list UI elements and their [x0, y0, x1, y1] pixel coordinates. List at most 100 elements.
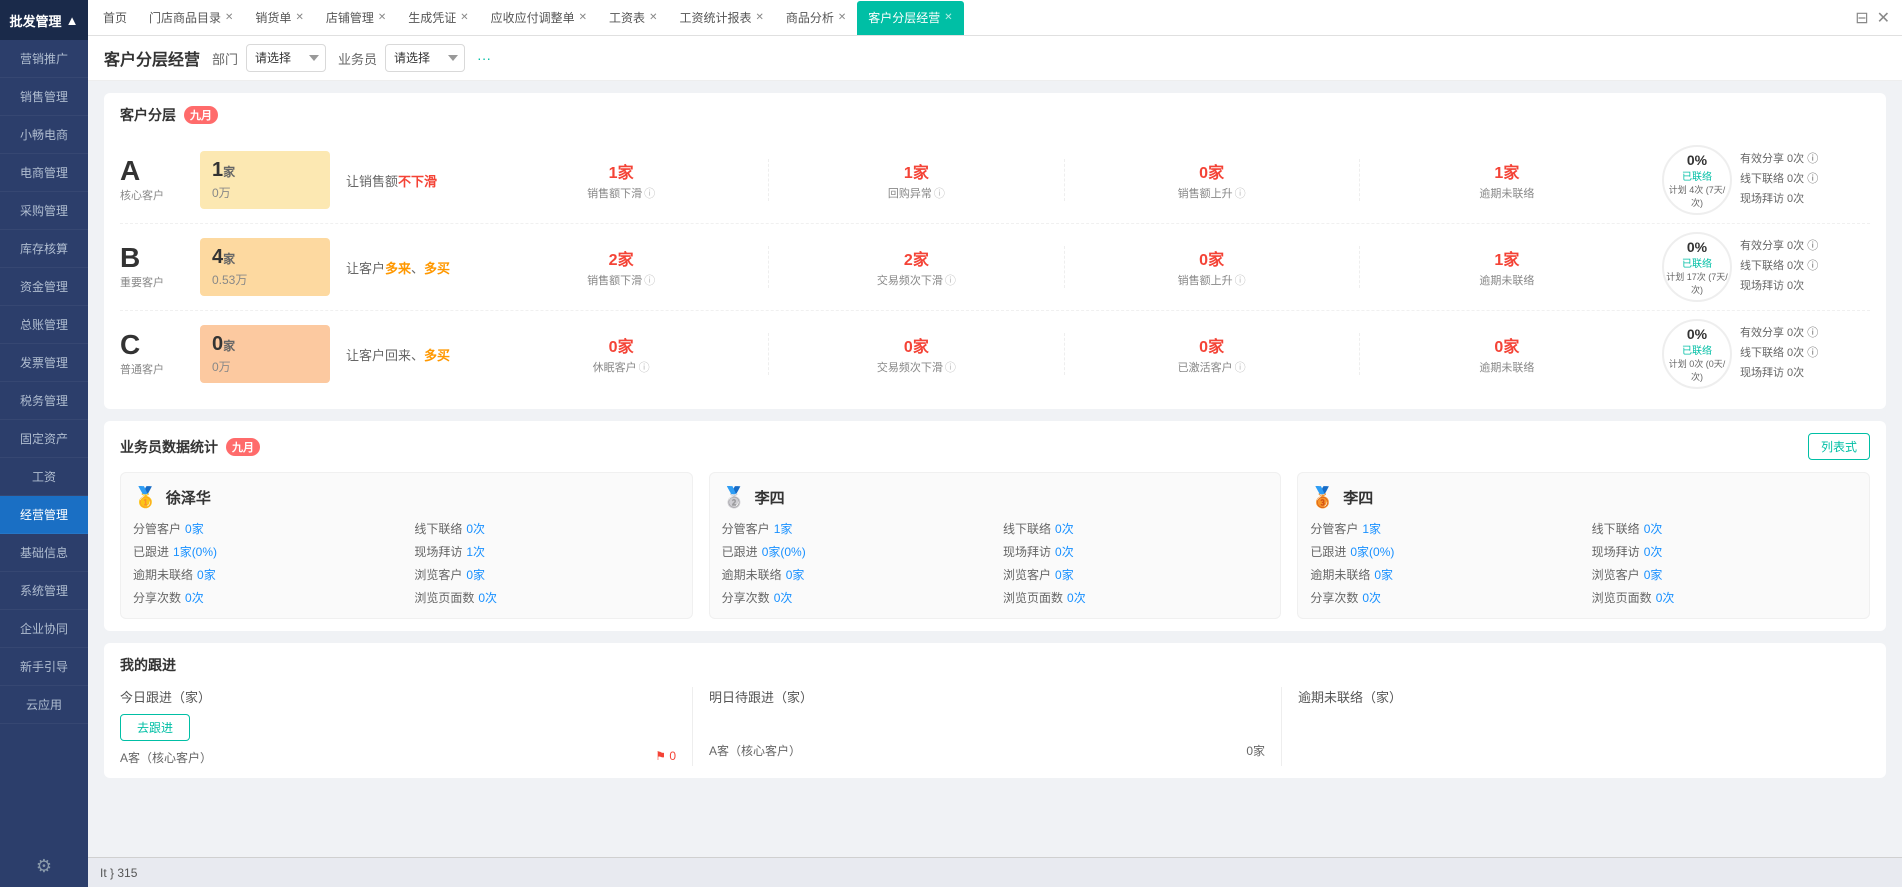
- staff-select[interactable]: 请选择: [385, 44, 465, 72]
- tier-letter: C: [120, 331, 200, 359]
- tab-客户分层经营[interactable]: 客户分层经营✕: [857, 1, 963, 35]
- sidebar-item-发票管理[interactable]: 发票管理: [0, 344, 88, 382]
- sidebar-item-经营管理[interactable]: 经营管理: [0, 496, 88, 534]
- tier-stat: 0家休眠客户 ⓘ: [474, 333, 769, 375]
- tier-stat-num: 0家: [1073, 159, 1351, 183]
- tab-close-icon[interactable]: ✕: [944, 12, 952, 23]
- sidebar-item-云应用[interactable]: 云应用: [0, 686, 88, 724]
- tier-stat: 0家销售额上升 ⓘ: [1065, 246, 1360, 288]
- sidebar-expand-icon[interactable]: ▲: [66, 13, 79, 28]
- sidebar-item-新手引导[interactable]: 新手引导: [0, 648, 88, 686]
- sidebar-item-工资[interactable]: 工资: [0, 458, 88, 496]
- tab-首页[interactable]: 首页: [92, 1, 138, 35]
- tab-销货单[interactable]: 销货单✕: [244, 1, 314, 35]
- sidebar-item-电商管理[interactable]: 电商管理: [0, 154, 88, 192]
- staff-stat-val: 0家: [185, 520, 204, 537]
- tier-right-stat-item: 线下联络 0次 ⓘ: [1740, 344, 1870, 364]
- staff-stat-row: 逾期未联络0家: [133, 566, 398, 583]
- tab-close-icon[interactable]: ✕: [649, 12, 657, 23]
- staff-stat-row: 逾期未联络0家: [722, 566, 987, 583]
- bottom-bar: It } 315: [88, 857, 1902, 887]
- info-icon: ⓘ: [644, 185, 655, 201]
- today-follow-title: 今日跟进（家）: [120, 687, 676, 706]
- staff-stat-label: 已跟进: [722, 543, 758, 560]
- tab-close-icon[interactable]: ✕: [838, 12, 846, 23]
- tier-right-stat-item: 现场拜访 0次: [1740, 277, 1870, 297]
- tab-close-icon[interactable]: ✕: [755, 12, 763, 23]
- tier-right-stat-item: 有效分享 0次 ⓘ: [1740, 324, 1870, 344]
- follow-col-overdue: 逾期未联络（家）: [1282, 687, 1870, 766]
- follow-row-val: ⚑ 0: [655, 749, 676, 766]
- tier-right-stats-C: 有效分享 0次 ⓘ线下联络 0次 ⓘ现场拜访 0次: [1740, 324, 1870, 383]
- go-follow-button[interactable]: 去跟进: [120, 714, 190, 741]
- staff-stat-row: 线下联络0次: [1003, 520, 1268, 537]
- sidebar-item-总账管理[interactable]: 总账管理: [0, 306, 88, 344]
- tab-商品分析[interactable]: 商品分析✕: [775, 1, 857, 35]
- tab-close-icon[interactable]: ✕: [378, 12, 386, 23]
- tier-action-A: 让销售额不下滑: [346, 171, 466, 190]
- staff-card-徐泽华: 🥇徐泽华分管客户0家线下联络0次已跟进1家(0%)现场拜访1次逾期未联络0家浏览…: [120, 472, 693, 619]
- staff-stat-label: 已跟进: [133, 543, 169, 560]
- tier-row-A: A核心客户1家0万让销售额不下滑1家销售额下滑 ⓘ1家回购异常 ⓘ0家销售额上升…: [120, 137, 1870, 224]
- staff-card-李四: 🥉李四分管客户1家线下联络0次已跟进0家(0%)现场拜访0次逾期未联络0家浏览客…: [1297, 472, 1870, 619]
- list-view-button[interactable]: 列表式: [1808, 433, 1870, 460]
- staff-stat-val: 0次: [1362, 589, 1381, 606]
- sidebar-item-基础信息[interactable]: 基础信息: [0, 534, 88, 572]
- staff-stat-val: 0家: [466, 566, 485, 583]
- sidebar-item-系统管理[interactable]: 系统管理: [0, 572, 88, 610]
- tier-stat: 0家销售额上升 ⓘ: [1065, 159, 1360, 201]
- staff-stat-row: 已跟进0家(0%): [722, 543, 987, 560]
- content-header: 客户分层经营 部门 请选择 业务员 请选择 ···: [88, 36, 1902, 81]
- tab-生成凭证[interactable]: 生成凭证✕: [397, 1, 479, 35]
- tab-close-icon[interactable]: ✕: [579, 12, 587, 23]
- tab-close-icon[interactable]: ✕: [460, 12, 468, 23]
- staff-stat-val: 0次: [185, 589, 204, 606]
- tab-close-icon[interactable]: ✕: [225, 12, 233, 23]
- tab-门店商品目录[interactable]: 门店商品目录✕: [138, 1, 244, 35]
- sidebar-item-小畅电商[interactable]: 小畅电商: [0, 116, 88, 154]
- staff-stat-val: 0家: [1374, 566, 1393, 583]
- tab-close-button[interactable]: ✕: [1877, 8, 1890, 28]
- info-icon: ⓘ: [644, 272, 655, 288]
- settings-icon[interactable]: ⚙: [36, 856, 52, 876]
- sidebar-item-固定资产[interactable]: 固定资产: [0, 420, 88, 458]
- tier-stat-num: 1家: [777, 159, 1055, 183]
- bottom-bar-text: It } 315: [100, 866, 137, 880]
- business-stats-header: 业务员数据统计 九月 列表式: [120, 433, 1870, 460]
- staff-stat-row: 现场拜访0次: [1003, 543, 1268, 560]
- staff-stat-label: 浏览页面数: [414, 589, 474, 606]
- tier-circle-label: 已联络: [1682, 255, 1712, 270]
- tier-right-stats-B: 有效分享 0次 ⓘ线下联络 0次 ⓘ现场拜访 0次: [1740, 237, 1870, 296]
- tab-close-icon[interactable]: ✕: [295, 12, 303, 23]
- tab-minimize-button[interactable]: ⊟: [1855, 8, 1868, 28]
- tab-应收应付调整单[interactable]: 应收应付调整单✕: [480, 1, 598, 35]
- sidebar-item-资金管理[interactable]: 资金管理: [0, 268, 88, 306]
- tier-circle-pct: 0%: [1687, 152, 1707, 168]
- sidebar-item-采购管理[interactable]: 采购管理: [0, 192, 88, 230]
- sidebar-item-库存核算[interactable]: 库存核算: [0, 230, 88, 268]
- staff-name: 李四: [755, 487, 785, 508]
- sidebar-item-营销推广[interactable]: 营销推广: [0, 40, 88, 78]
- staff-medal: 🥇: [133, 485, 158, 510]
- sidebar-item-销售管理[interactable]: 销售管理: [0, 78, 88, 116]
- staff-stat-row: 已跟进0家(0%): [1310, 543, 1575, 560]
- staff-stat-row: 浏览客户0家: [1003, 566, 1268, 583]
- tab-工资统计报表[interactable]: 工资统计报表✕: [668, 1, 774, 35]
- tier-right-stat-item: 线下联络 0次 ⓘ: [1740, 170, 1870, 190]
- tier-circle-B: 0%已联络计划 17次 (7天/次): [1662, 232, 1732, 302]
- dept-select[interactable]: 请选择: [246, 44, 326, 72]
- tab-工资表[interactable]: 工资表✕: [598, 1, 668, 35]
- more-filters-button[interactable]: ···: [477, 50, 491, 66]
- sidebar-item-企业协同[interactable]: 企业协同: [0, 610, 88, 648]
- tab-店铺管理[interactable]: 店铺管理✕: [315, 1, 397, 35]
- staff-stat-row: 分享次数0次: [722, 589, 987, 606]
- staff-stat-row: 分管客户0家: [133, 520, 398, 537]
- tier-stat: 2家交易频次下滑 ⓘ: [769, 246, 1064, 288]
- sidebar-item-税务管理[interactable]: 税务管理: [0, 382, 88, 420]
- staff-stat-val: 0家(0%): [762, 543, 806, 560]
- info-icon: ⓘ: [945, 272, 956, 288]
- staff-stat-val: 0次: [1055, 543, 1074, 560]
- staff-stat-label: 线下联络: [414, 520, 462, 537]
- staff-stat-val: 0次: [1055, 520, 1074, 537]
- tier-stat: 2家销售额下滑 ⓘ: [474, 246, 769, 288]
